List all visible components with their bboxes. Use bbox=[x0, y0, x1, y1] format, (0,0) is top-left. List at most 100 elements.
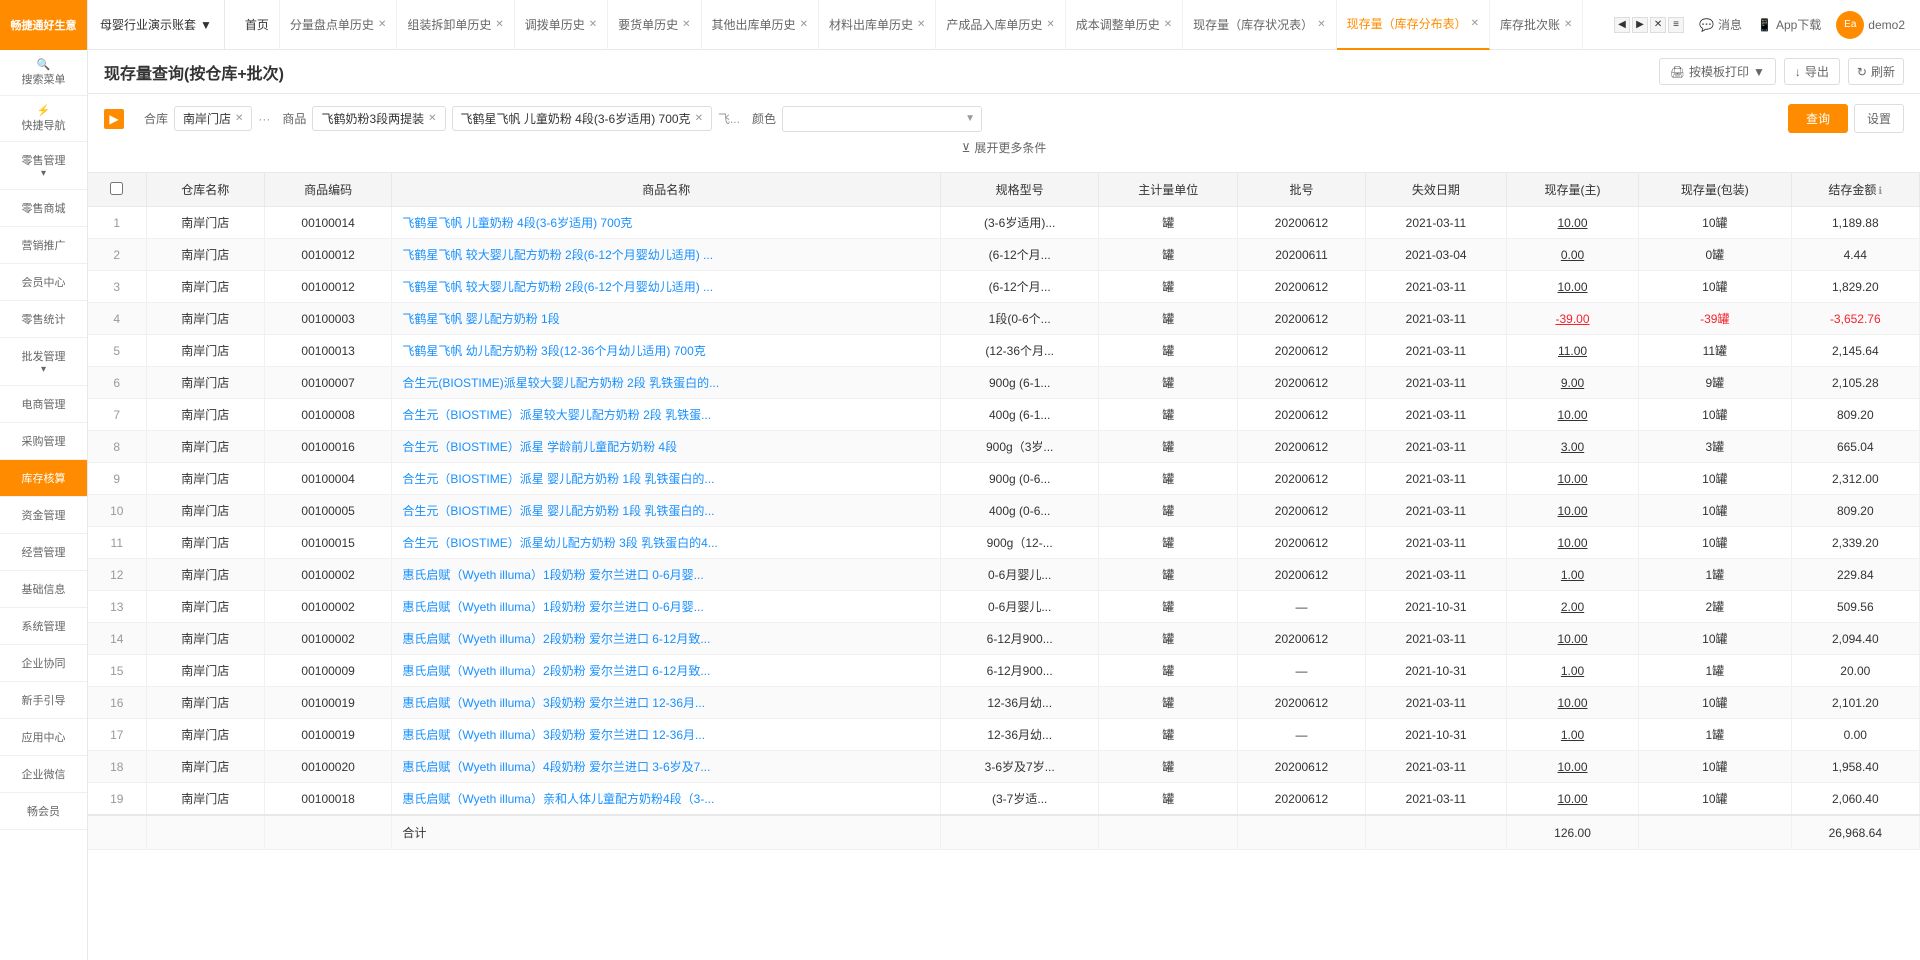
tab-disassemble[interactable]: 组装拆卸单历史✕ bbox=[397, 0, 514, 50]
cell-qty-main[interactable]: 1.00 bbox=[1507, 559, 1639, 591]
sidebar-item-purchase[interactable]: 采购管理 bbox=[0, 423, 87, 460]
cell-name[interactable]: 飞鹤星飞帆 儿童奶粉 4段(3-6岁适用) 700克 bbox=[392, 207, 941, 239]
cell-name[interactable]: 飞鹤星飞帆 较大婴儿配方奶粉 2段(6-12个月婴幼儿适用) ... bbox=[392, 239, 941, 271]
sidebar-item-newguide[interactable]: 新手引导 bbox=[0, 682, 87, 719]
cell-name[interactable]: 飞鹤星飞帆 较大婴儿配方奶粉 2段(6-12个月婴幼儿适用) ... bbox=[392, 271, 941, 303]
cell-name[interactable]: 惠氏启赋（Wyeth illuma）4段奶粉 爱尔兰进口 3-6岁及7... bbox=[392, 751, 941, 783]
tab-request[interactable]: 要货单历史✕ bbox=[608, 0, 701, 50]
cell-name[interactable]: 飞鹤星飞帆 婴儿配方奶粉 1段 bbox=[392, 303, 941, 335]
cell-name[interactable]: 合生元(BIOSTIME)派星较大婴儿配方奶粉 2段 乳铁蛋白的... bbox=[392, 367, 941, 399]
tab-product-in[interactable]: 产成品入库单历史✕ bbox=[936, 0, 1065, 50]
cell-qty-main[interactable]: 2.00 bbox=[1507, 591, 1639, 623]
tab-other-out[interactable]: 其他出库单历史✕ bbox=[702, 0, 819, 50]
sidebar-item-member[interactable]: 会员中心 bbox=[0, 264, 87, 301]
query-button[interactable]: 查询 bbox=[1788, 104, 1848, 133]
sidebar-item-ecommerce[interactable]: 电商管理 bbox=[0, 386, 87, 423]
print-button[interactable]: 🖨 按模板打印 ▼ bbox=[1659, 58, 1776, 85]
cell-name[interactable]: 惠氏启赋（Wyeth illuma）2段奶粉 爱尔兰进口 6-12月致... bbox=[392, 655, 941, 687]
cell-qty-main[interactable]: 10.00 bbox=[1507, 687, 1639, 719]
settings-button[interactable]: 设置 bbox=[1854, 104, 1904, 133]
account-selector[interactable]: 母婴行业演示账套 ▼ bbox=[88, 0, 225, 50]
tab-close-icon[interactable]: ✕ bbox=[917, 19, 925, 30]
tab-close-icon[interactable]: ✕ bbox=[495, 19, 503, 30]
cell-qty-main[interactable]: 10.00 bbox=[1507, 495, 1639, 527]
tab-cost-adj[interactable]: 成本调整单历史✕ bbox=[1066, 0, 1183, 50]
warehouse-tag[interactable]: 南岸门店 ✕ bbox=[174, 106, 252, 131]
sidebar-item-enterprise[interactable]: 企业协同 bbox=[0, 645, 87, 682]
sidebar-item-finance[interactable]: 资金管理 bbox=[0, 497, 87, 534]
cell-name[interactable]: 惠氏启赋（Wyeth illuma）1段奶粉 爱尔兰进口 0-6月婴... bbox=[392, 591, 941, 623]
tab-close-icon[interactable]: ✕ bbox=[1471, 18, 1479, 29]
tab-scroll-right[interactable]: ▶ bbox=[1632, 17, 1648, 33]
tab-close-icon[interactable]: ✕ bbox=[1164, 19, 1172, 30]
cell-name[interactable]: 合生元（BIOSTIME）派星 婴儿配方奶粉 1段 乳铁蛋白的... bbox=[392, 463, 941, 495]
product-tag-1[interactable]: 飞鹤奶粉3段两提装 ✕ bbox=[312, 106, 445, 131]
cell-name[interactable]: 惠氏启赋（Wyeth illuma）亲和人体儿童配方奶粉4段（3-... bbox=[392, 783, 941, 816]
tab-close[interactable]: ✕ bbox=[1650, 17, 1666, 33]
cell-qty-main[interactable]: 1.00 bbox=[1507, 655, 1639, 687]
tab-close-icon[interactable]: ✕ bbox=[589, 19, 597, 30]
cell-qty-main[interactable]: 9.00 bbox=[1507, 367, 1639, 399]
cell-name[interactable]: 惠氏启赋（Wyeth illuma）3段奶粉 爱尔兰进口 12-36月... bbox=[392, 687, 941, 719]
tab-allocate[interactable]: 调拨单历史✕ bbox=[515, 0, 608, 50]
cell-qty-main[interactable]: 10.00 bbox=[1507, 271, 1639, 303]
tab-menu[interactable]: ≡ bbox=[1668, 17, 1684, 33]
sidebar-item-operations[interactable]: 经营管理 bbox=[0, 534, 87, 571]
sidebar-item-marketing[interactable]: 营销推广 bbox=[0, 227, 87, 264]
cell-qty-main[interactable]: 1.00 bbox=[1507, 719, 1639, 751]
amount-info-icon[interactable]: ℹ bbox=[1878, 186, 1882, 197]
cell-qty-main[interactable]: -39.00 bbox=[1507, 303, 1639, 335]
tab-material-out[interactable]: 材料出库单历史✕ bbox=[819, 0, 936, 50]
product-tag-2[interactable]: 飞鹤星飞帆 儿童奶粉 4段(3-6岁适用) 700克 ✕ bbox=[452, 106, 712, 131]
product-tag-1-remove[interactable]: ✕ bbox=[428, 113, 436, 124]
warehouse-more-icon[interactable]: ··· bbox=[258, 112, 270, 126]
message-action[interactable]: 💬 消息 bbox=[1699, 16, 1742, 33]
sidebar-item-weixin[interactable]: 企业微信 bbox=[0, 756, 87, 793]
refresh-button[interactable]: ↻ 刷新 bbox=[1848, 58, 1904, 85]
cell-name[interactable]: 合生元（BIOSTIME）派星较大婴儿配方奶粉 2段 乳铁蛋... bbox=[392, 399, 941, 431]
cell-qty-main[interactable]: 10.00 bbox=[1507, 399, 1639, 431]
user-profile[interactable]: Ea demo2 bbox=[1836, 11, 1905, 39]
cell-name[interactable]: 合生元（BIOSTIME）派星 学龄前儿童配方奶粉 4段 bbox=[392, 431, 941, 463]
cell-name[interactable]: 惠氏启赋（Wyeth illuma）3段奶粉 爱尔兰进口 12-36月... bbox=[392, 719, 941, 751]
tab-inventory-dist[interactable]: 现存量（库存分布表）✕ bbox=[1337, 0, 1490, 50]
warehouse-remove-icon[interactable]: ✕ bbox=[235, 113, 243, 124]
tab-close-icon[interactable]: ✕ bbox=[1317, 19, 1325, 30]
tab-close-icon[interactable]: ✕ bbox=[682, 19, 690, 30]
cell-qty-main[interactable]: 10.00 bbox=[1507, 751, 1639, 783]
cell-qty-main[interactable]: 11.00 bbox=[1507, 335, 1639, 367]
tab-split[interactable]: 分量盘点单历史✕ bbox=[280, 0, 397, 50]
sidebar-item-wholesale[interactable]: 批发管理▾ bbox=[0, 338, 87, 386]
sidebar-quicknav[interactable]: ⚡ 快捷导航 bbox=[0, 96, 87, 142]
col-checkbox[interactable] bbox=[88, 173, 146, 207]
tab-close-icon[interactable]: ✕ bbox=[1564, 19, 1572, 30]
tab-batch[interactable]: 库存批次账✕ bbox=[1490, 0, 1583, 50]
cell-qty-main[interactable]: 10.00 bbox=[1507, 783, 1639, 816]
tab-scroll-left[interactable]: ◀ bbox=[1614, 17, 1630, 33]
cell-name[interactable]: 飞鹤星飞帆 幼儿配方奶粉 3段(12-36个月幼儿适用) 700克 bbox=[392, 335, 941, 367]
cell-qty-main[interactable]: 10.00 bbox=[1507, 207, 1639, 239]
color-input[interactable]: ▼ bbox=[782, 106, 982, 132]
cell-name[interactable]: 惠氏启赋（Wyeth illuma）2段奶粉 爱尔兰进口 6-12月致... bbox=[392, 623, 941, 655]
tab-close-icon[interactable]: ✕ bbox=[378, 19, 386, 30]
sidebar-item-inventory[interactable]: 库存核算 bbox=[0, 460, 87, 497]
tab-close-icon[interactable]: ✕ bbox=[800, 19, 808, 30]
app-download-action[interactable]: 📱 App下载 bbox=[1757, 16, 1821, 33]
sidebar-item-member2[interactable]: 畅会员 bbox=[0, 793, 87, 830]
sidebar-item-retail[interactable]: 零售管理▾ bbox=[0, 142, 87, 190]
sidebar-item-basic[interactable]: 基础信息 bbox=[0, 571, 87, 608]
cell-name[interactable]: 合生元（BIOSTIME）派星幼儿配方奶粉 3段 乳铁蛋白的4... bbox=[392, 527, 941, 559]
sidebar-search[interactable]: 🔍 搜索菜单 bbox=[0, 50, 87, 96]
sidebar-item-appcenter[interactable]: 应用中心 bbox=[0, 719, 87, 756]
filter-expand-arrow[interactable]: ▶ bbox=[104, 109, 124, 129]
cell-qty-main[interactable]: 10.00 bbox=[1507, 623, 1639, 655]
product-more[interactable]: 飞... bbox=[718, 110, 740, 127]
cell-qty-main[interactable]: 10.00 bbox=[1507, 527, 1639, 559]
cell-qty-main[interactable]: 3.00 bbox=[1507, 431, 1639, 463]
select-all-checkbox[interactable] bbox=[110, 182, 123, 195]
tab-inventory-status[interactable]: 现存量（库存状况表）✕ bbox=[1183, 0, 1336, 50]
sidebar-item-retail-shop[interactable]: 零售商城 bbox=[0, 190, 87, 227]
expand-more-button[interactable]: ⊻ 展开更多条件 bbox=[104, 133, 1904, 162]
tab-home[interactable]: 首页 bbox=[235, 0, 280, 50]
sidebar-item-system[interactable]: 系统管理 bbox=[0, 608, 87, 645]
